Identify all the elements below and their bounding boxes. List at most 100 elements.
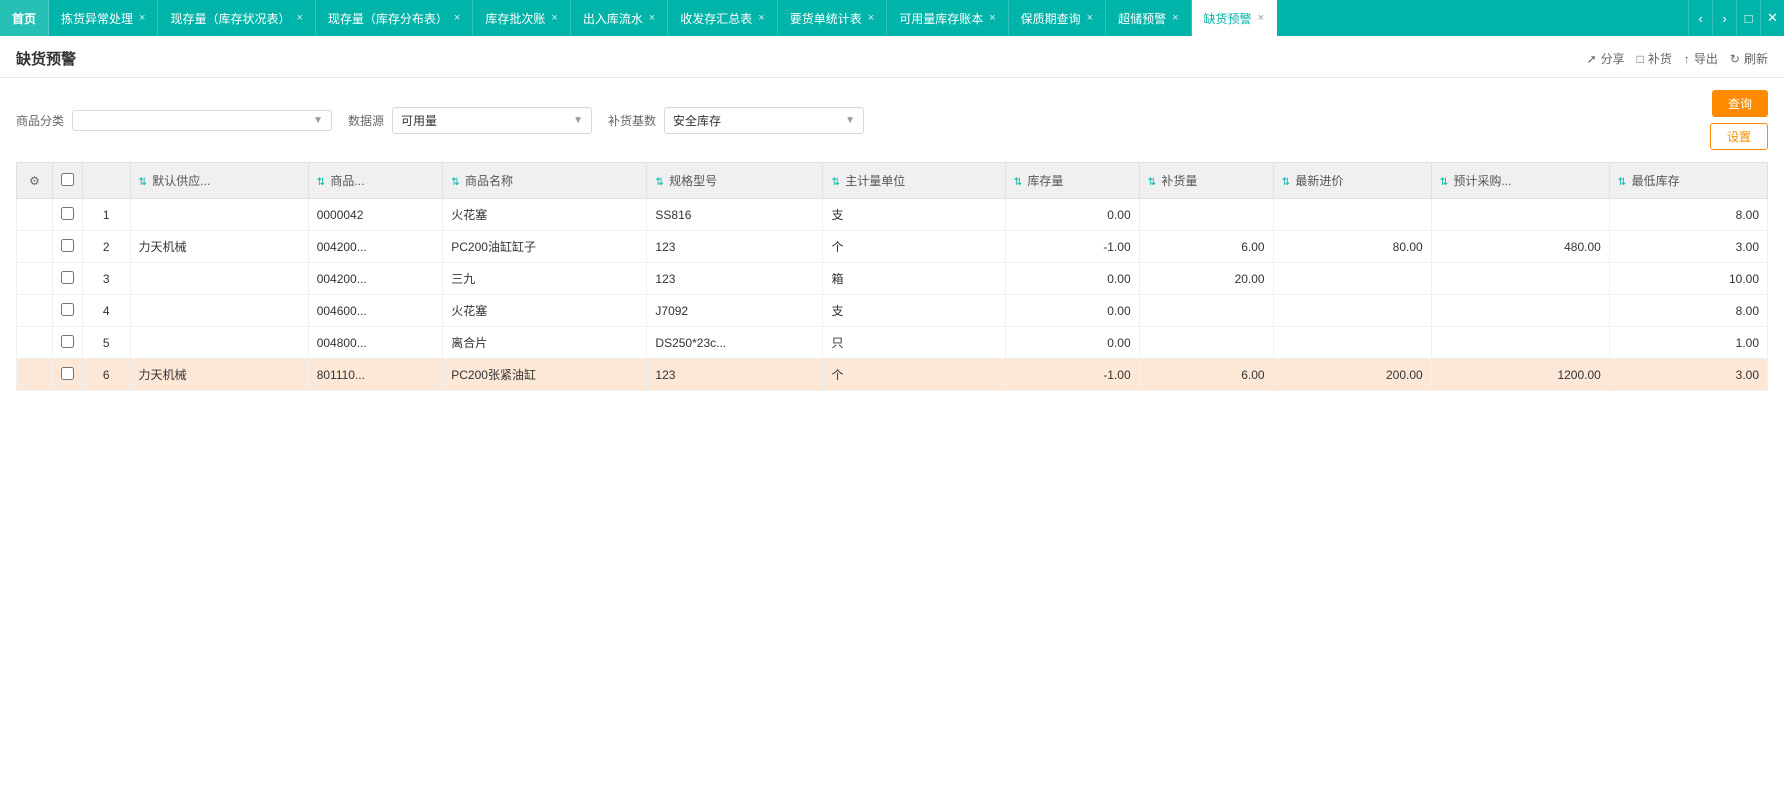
row-unit-5: 个 [823, 359, 1005, 391]
tab-5-close[interactable]: × [649, 12, 655, 24]
restock-basis-label: 补货基数 [608, 112, 656, 129]
row-num-2: 3 [83, 263, 131, 295]
column-product-code-label: 商品... [330, 174, 364, 188]
settings-button[interactable]: 设置 [1710, 123, 1768, 150]
tab-10-close[interactable]: × [1172, 12, 1178, 24]
row-latest-price-4 [1273, 327, 1431, 359]
row-gear-5[interactable] [17, 359, 53, 391]
tab-5[interactable]: 出入库流水 × [571, 0, 668, 36]
column-product-name[interactable]: ⇅ 商品名称 [443, 163, 647, 199]
tab-3[interactable]: 现存量（库存分布表） × [316, 0, 473, 36]
column-restock-qty-label: 补货量 [1161, 174, 1197, 188]
column-latest-price-label: 最新进价 [1295, 174, 1343, 188]
row-gear-4[interactable] [17, 327, 53, 359]
sort-restock-qty-icon: ⇅ [1148, 177, 1156, 188]
row-code-5: 801110... [308, 359, 443, 391]
tab-7[interactable]: 要货单统计表 × [778, 0, 887, 36]
column-est-purchase[interactable]: ⇅ 预计采购... [1431, 163, 1609, 199]
export-button[interactable]: ↑ 导出 [1684, 50, 1718, 67]
row-restock-qty-0 [1139, 199, 1273, 231]
row-checkbox-4[interactable] [61, 335, 74, 348]
datasource-select[interactable]: 可用量 ▼ [392, 107, 592, 134]
column-min-stock-label: 最低库存 [1632, 174, 1680, 188]
row-latest-price-5: 200.00 [1273, 359, 1431, 391]
tab-1[interactable]: 拣货异常处理 × [49, 0, 158, 36]
tab-6[interactable]: 收发存汇总表 × [668, 0, 777, 36]
tab-home[interactable]: 首页 [0, 0, 49, 36]
row-gear-0[interactable] [17, 199, 53, 231]
page-title: 缺货预警 [16, 48, 76, 69]
row-name-3: 火花塞 [443, 295, 647, 327]
main-content: 缺货预警 ➚ 分享 □ 补货 ↑ 导出 ↻ 刷新 商品分类 [0, 36, 1784, 796]
sort-product-code-icon: ⇅ [317, 177, 325, 188]
row-stock-1: -1.00 [1005, 231, 1139, 263]
row-restock-qty-1: 6.00 [1139, 231, 1273, 263]
tab-5-label: 出入库流水 [583, 10, 643, 27]
tab-4-close[interactable]: × [551, 12, 557, 24]
column-product-code[interactable]: ⇅ 商品... [308, 163, 443, 199]
category-select[interactable]: ▼ [72, 110, 332, 131]
tab-next-button[interactable]: › [1712, 0, 1736, 36]
row-gear-2[interactable] [17, 263, 53, 295]
row-checkbox-cell-2 [53, 263, 83, 295]
tab-3-close[interactable]: × [454, 12, 460, 24]
row-spec-0: SS816 [647, 199, 823, 231]
row-checkbox-5[interactable] [61, 367, 74, 380]
tab-7-close[interactable]: × [868, 12, 874, 24]
tab-8-label: 可用量库存账本 [899, 10, 983, 27]
column-min-stock[interactable]: ⇅ 最低库存 [1609, 163, 1767, 199]
column-latest-price[interactable]: ⇅ 最新进价 [1273, 163, 1431, 199]
tab-prev-button[interactable]: ‹ [1688, 0, 1712, 36]
select-all-checkbox[interactable] [61, 173, 74, 186]
tab-8[interactable]: 可用量库存账本 × [887, 0, 1008, 36]
refresh-button[interactable]: ↻ 刷新 [1730, 50, 1768, 67]
tab-11[interactable]: 缺货预警 × [1192, 0, 1277, 36]
row-checkbox-2[interactable] [61, 271, 74, 284]
row-stock-0: 0.00 [1005, 199, 1139, 231]
row-checkbox-1[interactable] [61, 239, 74, 252]
row-stock-3: 0.00 [1005, 295, 1139, 327]
tab-close-all-button[interactable]: ✕ [1760, 0, 1784, 36]
share-button[interactable]: ➚ 分享 [1587, 50, 1625, 67]
row-num-5: 6 [83, 359, 131, 391]
share-icon: ➚ [1587, 52, 1597, 66]
restock-basis-select[interactable]: 安全库存 ▼ [664, 107, 864, 134]
tab-10-label: 超储预警 [1118, 10, 1166, 27]
row-est-purchase-2 [1431, 263, 1609, 295]
column-spec[interactable]: ⇅ 规格型号 [647, 163, 823, 199]
row-num-4: 5 [83, 327, 131, 359]
row-code-4: 004800... [308, 327, 443, 359]
tab-11-close[interactable]: × [1258, 12, 1264, 24]
table-row: 4 004600... 火花塞 J7092 支 0.00 8.00 [17, 295, 1768, 327]
restock-button[interactable]: □ 补货 [1637, 50, 1672, 67]
tab-9[interactable]: 保质期查询 × [1009, 0, 1106, 36]
tab-6-close[interactable]: × [758, 12, 764, 24]
tab-2[interactable]: 现存量（库存状况表） × [158, 0, 315, 36]
row-name-4: 离合片 [443, 327, 647, 359]
row-checkbox-3[interactable] [61, 303, 74, 316]
query-button[interactable]: 查询 [1712, 90, 1768, 117]
row-unit-0: 支 [823, 199, 1005, 231]
row-checkbox-cell-5 [53, 359, 83, 391]
tab-10[interactable]: 超储预警 × [1106, 0, 1191, 36]
tab-restore-button[interactable]: □ [1736, 0, 1760, 36]
column-num [83, 163, 131, 199]
tab-1-close[interactable]: × [139, 12, 145, 24]
tab-4[interactable]: 库存批次账 × [473, 0, 570, 36]
datasource-filter-group: 数据源 可用量 ▼ [348, 107, 592, 134]
header-actions: ➚ 分享 □ 补货 ↑ 导出 ↻ 刷新 [1587, 50, 1768, 67]
tab-9-close[interactable]: × [1087, 12, 1093, 24]
row-gear-1[interactable] [17, 231, 53, 263]
tab-8-close[interactable]: × [989, 12, 995, 24]
row-num-0: 1 [83, 199, 131, 231]
column-restock-qty[interactable]: ⇅ 补货量 [1139, 163, 1273, 199]
column-gear[interactable]: ⚙ [17, 163, 53, 199]
row-gear-3[interactable] [17, 295, 53, 327]
column-default-supplier[interactable]: ⇅ 默认供应... [130, 163, 308, 199]
column-stock[interactable]: ⇅ 库存量 [1005, 163, 1139, 199]
column-unit[interactable]: ⇅ 主计量单位 [823, 163, 1005, 199]
tab-2-close[interactable]: × [296, 12, 302, 24]
row-min-stock-3: 8.00 [1609, 295, 1767, 327]
sort-min-stock-icon: ⇅ [1618, 177, 1626, 188]
row-checkbox-0[interactable] [61, 207, 74, 220]
